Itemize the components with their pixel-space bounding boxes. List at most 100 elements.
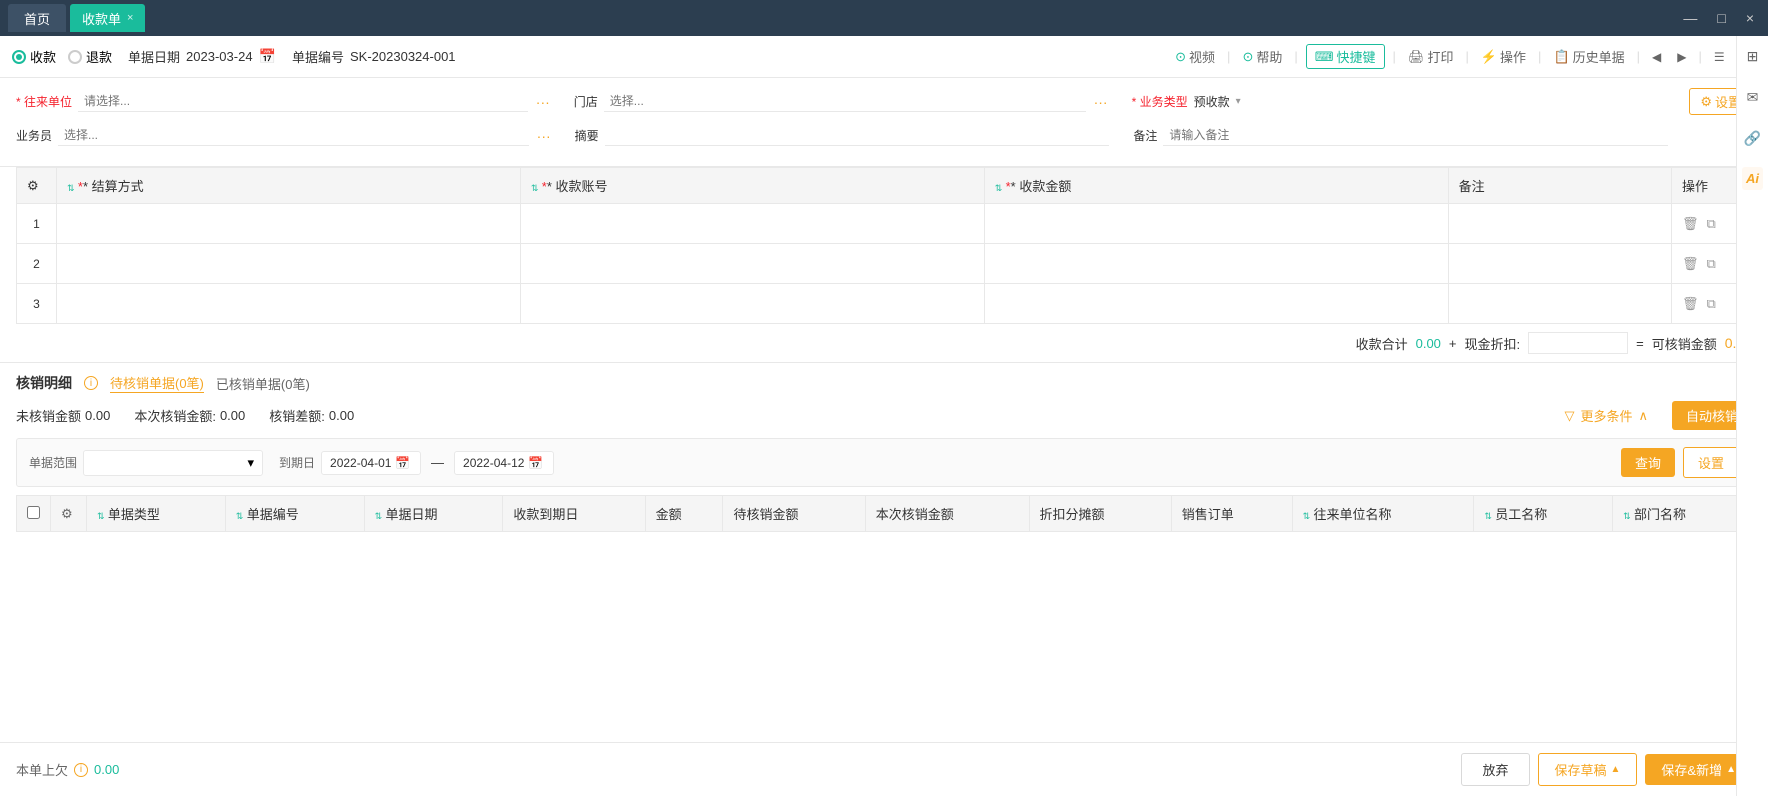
calendar-icon[interactable]: 📅 [259,48,276,65]
col-sort-party[interactable]: ⇅ [1303,511,1311,521]
save-draft-arrow-icon[interactable]: ▲ [1611,764,1621,775]
form-row-1: 往来单位 ··· 门店 ··· 业务类型 预收款 ▾ ⚙ 设置 [16,88,1752,115]
equals-sign: = [1636,336,1644,351]
discount-input[interactable] [1528,332,1628,354]
stat-diff: 核销差额: 0.00 [269,406,354,425]
bottom-table-container: ⚙ ⇅ 单据类型 ⇅ 单据编号 ⇅ 单据日期 收款到期日 金额 待核销金额 本次… [16,495,1752,532]
party-input[interactable] [78,91,528,112]
staff-input[interactable] [58,125,529,146]
col-sort-settle[interactable]: ⇅ [67,183,75,193]
table-gear-icon[interactable]: ⚙ [27,178,39,193]
shortcut-icon: ⌨ [1315,49,1334,65]
biztype-arrow-icon[interactable]: ▾ [1236,96,1241,107]
col-sort-amount[interactable]: ⇅ [995,183,1003,193]
row2-delete-icon[interactable]: 🗑 [1682,256,1699,272]
tab-home[interactable]: 首页 [8,4,66,32]
row3-settle[interactable] [57,284,521,324]
th-checkbox[interactable] [17,496,51,532]
maximize-button[interactable]: □ [1711,8,1731,28]
history-button[interactable]: 📋 历史单据 [1549,45,1628,68]
row1-settle[interactable] [57,204,521,244]
row3-remark[interactable] [1448,284,1671,324]
party-label: 往来单位 [16,93,72,110]
bottom-gear-icon[interactable]: ⚙ [61,506,73,521]
save-new-arrow-icon[interactable]: ▲ [1726,764,1736,775]
range-select[interactable]: ▾ [83,450,263,476]
stat-unreconciled: 未核销金额 0.00 [16,406,110,425]
row2-account[interactable] [520,244,984,284]
footer-info: 本单上欠 i 0.00 [16,760,119,779]
tab-done-link[interactable]: 已核销单据(0笔) [216,374,310,393]
row2-amount[interactable] [984,244,1448,284]
th-bottom-gear[interactable]: ⚙ [51,496,87,532]
table-header-row: ⚙ ⇅ ** 结算方式 ⇅ ** 收款账号 ⇅ ** 收款金额 备注 操作 [17,168,1752,204]
sidebar-link-icon[interactable]: 🔗 [1740,126,1765,151]
footer-label: 本单上欠 [16,760,68,779]
tab-pending-link[interactable]: 待核销单据(0笔) [110,373,204,393]
receipt-table: ⚙ ⇅ ** 结算方式 ⇅ ** 收款账号 ⇅ ** 收款金额 备注 操作 1 [16,167,1752,324]
row1-copy-icon[interactable]: ⧉ [1707,216,1716,232]
nav-prev-button[interactable]: ◀ [1648,48,1665,66]
row1-account[interactable] [520,204,984,244]
more-conditions-button[interactable]: ▽ 更多条件 ∧ [1564,406,1648,425]
row2-copy-icon[interactable]: ⧉ [1707,256,1716,272]
row3-copy-icon[interactable]: ⧉ [1707,296,1716,312]
range-filter: 单据范围 ▾ [29,450,263,476]
row3-account[interactable] [520,284,984,324]
th-gear[interactable]: ⚙ [17,168,57,204]
row2-remark[interactable] [1448,244,1671,284]
row1-amount[interactable] [984,204,1448,244]
staff-more-icon[interactable]: ··· [537,128,551,144]
layout-list-button[interactable]: ☰ [1710,48,1729,66]
shortcut-button[interactable]: ⌨ 快捷键 [1306,44,1385,69]
col-sort-doctype[interactable]: ⇅ [97,511,105,521]
toolbar: 收款 退款 单据日期 2023-03-24 📅 单据编号 SK-20230324… [0,36,1768,78]
row2-settle[interactable] [57,244,521,284]
store-input[interactable] [604,91,1086,112]
store-more-icon[interactable]: ··· [1094,94,1108,110]
radio-receipt[interactable]: 收款 [12,47,56,66]
sidebar-email-icon[interactable]: ✉ [1743,85,1763,110]
tab-close-icon[interactable]: × [127,12,133,24]
date-to-picker[interactable]: 2022-04-12 📅 [454,451,554,475]
col-sort-docnum[interactable]: ⇅ [236,511,244,521]
save-draft-button[interactable]: 保存草稿 ▲ [1538,753,1638,786]
table-row: 1 🗑 ⧉ [17,204,1752,244]
date-filter: 到期日 2022-04-01 📅 — 2022-04-12 📅 [279,451,554,475]
abandon-button[interactable]: 放弃 [1461,753,1529,786]
sep2: | [1294,49,1297,64]
nav-next-button[interactable]: ▶ [1673,48,1690,66]
number-label: 单据编号 [292,47,344,66]
close-button[interactable]: × [1740,8,1760,28]
date-separator: — [431,455,444,470]
filter-settings-button[interactable]: 设置 [1683,447,1739,478]
action-button[interactable]: ⚡ 操作 [1477,45,1530,68]
help-button[interactable]: ⊙ 帮助 [1238,45,1286,68]
select-all-checkbox[interactable] [27,506,40,519]
reconcile-info-icon[interactable]: i [84,376,98,390]
col-sort-docdate[interactable]: ⇅ [375,511,383,521]
tab-receipt[interactable]: 收款单 × [70,4,145,32]
video-button[interactable]: ⊙ 视频 [1171,45,1219,68]
party-more-icon[interactable]: ··· [536,94,550,110]
sidebar-ai-icon[interactable]: Ai [1742,167,1763,190]
th-sales-order: 销售订单 [1171,496,1292,532]
row1-remark[interactable] [1448,204,1671,244]
row3-delete-icon[interactable]: 🗑 [1682,296,1699,312]
minimize-button[interactable]: — [1677,8,1703,28]
print-button[interactable]: 🖨 打印 [1404,45,1458,68]
calendar-to-icon: 📅 [528,456,543,470]
radio-refund[interactable]: 退款 [68,47,112,66]
sidebar-table-icon[interactable]: ⊞ [1743,44,1763,69]
row1-delete-icon[interactable]: 🗑 [1682,216,1699,232]
col-sort-dept[interactable]: ⇅ [1623,511,1631,521]
tab-receipt-label: 收款单 [82,9,121,28]
row3-amount[interactable] [984,284,1448,324]
col-sort-staff[interactable]: ⇅ [1484,511,1492,521]
remark-input[interactable] [1163,125,1668,146]
form-row-2: 业务员 ··· 摘要 备注 [16,125,1752,146]
date-from-picker[interactable]: 2022-04-01 📅 [321,451,421,475]
col-sort-account[interactable]: ⇅ [531,183,539,193]
summary-input[interactable] [605,125,1110,146]
query-button[interactable]: 查询 [1621,448,1675,477]
